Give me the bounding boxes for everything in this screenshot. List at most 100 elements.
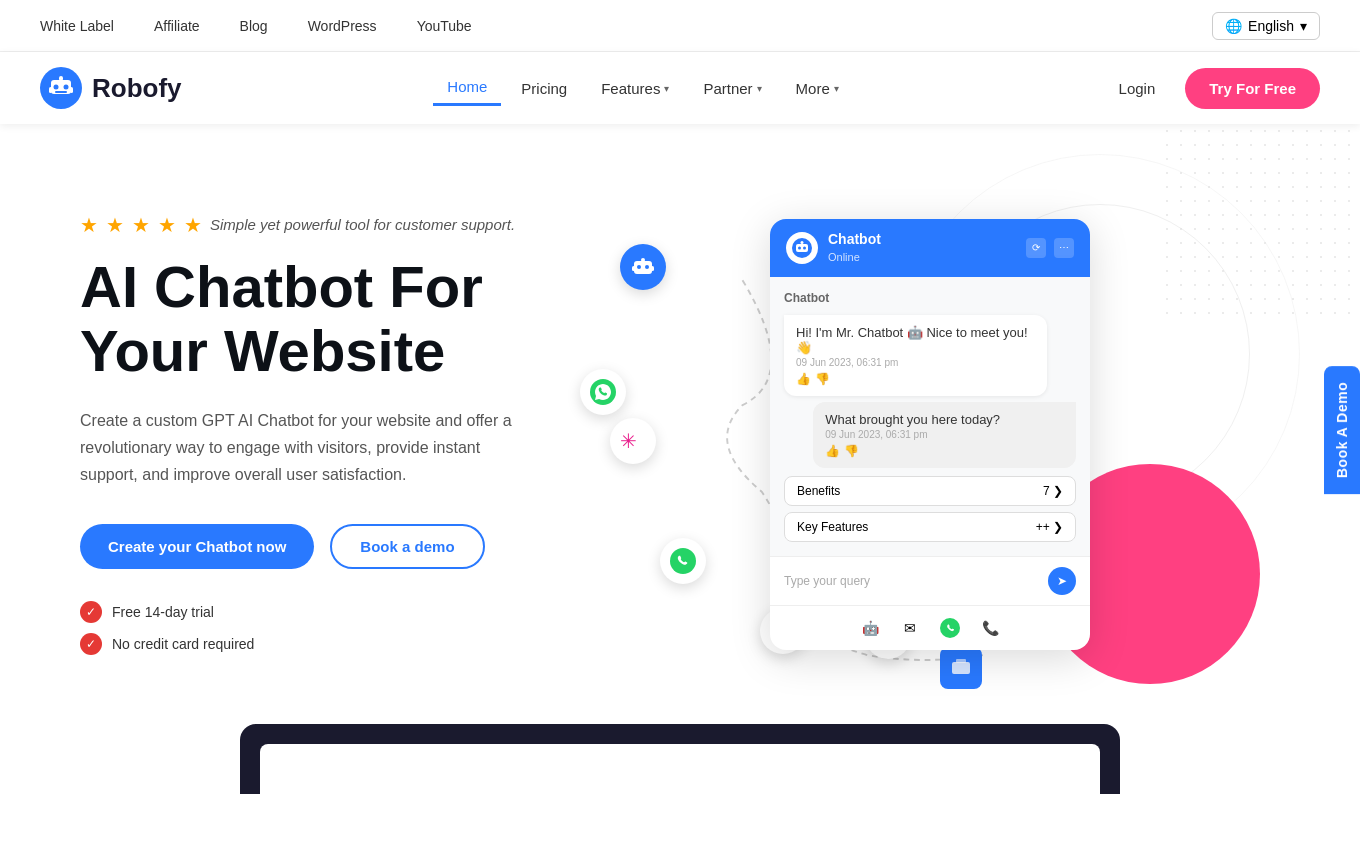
chatbot-header-icons: ⟳ ⋯ bbox=[1026, 238, 1074, 258]
quick-replies: Benefits 7 ❯ Key Features ++ ❯ bbox=[784, 476, 1076, 542]
chatbot-footer-icons: 🤖 ✉ 📞 bbox=[770, 605, 1090, 650]
svg-point-2 bbox=[54, 85, 59, 90]
nav-right: Login Try For Free bbox=[1105, 68, 1320, 109]
svg-rect-26 bbox=[801, 241, 804, 244]
top-link-affiliate[interactable]: Affiliate bbox=[154, 18, 200, 34]
trust-text-1: Free 14-day trial bbox=[112, 604, 214, 620]
svg-text:✳: ✳ bbox=[620, 430, 637, 452]
hero-right: ✳ bbox=[580, 184, 1280, 684]
chatbot-bot-label: Chatbot bbox=[784, 291, 1076, 305]
chatbot-send-button[interactable]: ➤ bbox=[1048, 567, 1076, 595]
features-chevron-icon: ▾ bbox=[664, 83, 669, 94]
quick-reply-features[interactable]: Key Features ++ ❯ bbox=[784, 512, 1076, 542]
svg-point-16 bbox=[670, 548, 696, 574]
trust-text-2: No credit card required bbox=[112, 636, 254, 652]
chatbot-avatar bbox=[786, 232, 818, 264]
svg-point-10 bbox=[645, 265, 649, 269]
more-chevron-icon: ▾ bbox=[834, 83, 839, 94]
book-demo-sidebar[interactable]: Book A Demo bbox=[1324, 365, 1360, 493]
chatbot-question-bubble: What brought you here today? 09 Jun 2023… bbox=[813, 402, 1076, 468]
svg-rect-13 bbox=[651, 266, 654, 271]
language-selector[interactable]: 🌐 English ▾ bbox=[1212, 12, 1320, 40]
stars-row: ★ ★ ★ ★ ★ Simple yet powerful tool for c… bbox=[80, 213, 580, 237]
top-link-youtube[interactable]: YouTube bbox=[417, 18, 472, 34]
checkmark-icon-1: ✓ bbox=[80, 601, 102, 623]
float-phone-icon bbox=[660, 538, 706, 584]
hero-description: Create a custom GPT AI Chatbot for your … bbox=[80, 407, 520, 489]
top-link-white-label[interactable]: White Label bbox=[40, 18, 114, 34]
svg-point-27 bbox=[940, 618, 960, 638]
chevron-down-icon: ▾ bbox=[1300, 18, 1307, 34]
hero-buttons: Create your Chatbot now Book a demo bbox=[80, 524, 580, 569]
logo-text: Robofy bbox=[92, 73, 182, 104]
laptop-preview bbox=[200, 724, 1160, 794]
svg-point-25 bbox=[803, 246, 806, 249]
laptop-frame bbox=[240, 724, 1120, 794]
svg-rect-11 bbox=[641, 258, 645, 262]
thumbsup-icon-2[interactable]: 👍 bbox=[825, 444, 840, 458]
top-bar-links: White Label Affiliate Blog WordPress You… bbox=[40, 18, 472, 34]
chatbot-welcome-bubble: Hi! I'm Mr. Chatbot 🤖 Nice to meet you! … bbox=[784, 315, 1047, 396]
stars-tagline: Simple yet powerful tool for customer su… bbox=[210, 216, 515, 233]
svg-rect-4 bbox=[59, 76, 63, 81]
trust-item-trial: ✓ Free 14-day trial bbox=[80, 601, 580, 623]
quick-reply-benefits[interactable]: Benefits 7 ❯ bbox=[784, 476, 1076, 506]
svg-point-9 bbox=[637, 265, 641, 269]
nav-links: Home Pricing Features ▾ Partner ▾ More ▾ bbox=[433, 70, 852, 106]
svg-rect-23 bbox=[796, 244, 808, 252]
float-blue-rect bbox=[940, 647, 982, 689]
trust-items: ✓ Free 14-day trial ✓ No credit card req… bbox=[80, 601, 580, 655]
chatbot-body: Chatbot Hi! I'm Mr. Chatbot 🤖 Nice to me… bbox=[770, 277, 1090, 556]
footer-robot-icon[interactable]: 🤖 bbox=[856, 614, 884, 642]
language-label: English bbox=[1248, 18, 1294, 34]
float-asterisk-icon: ✳ bbox=[610, 418, 656, 464]
thumbsdown-icon[interactable]: 👎 bbox=[815, 372, 830, 386]
star-3: ★ bbox=[132, 213, 150, 237]
thumbsdown-icon-2[interactable]: 👎 bbox=[844, 444, 859, 458]
svg-rect-21 bbox=[956, 659, 966, 663]
chatbot-input-area: Type your query ➤ bbox=[770, 556, 1090, 605]
try-free-button[interactable]: Try For Free bbox=[1185, 68, 1320, 109]
thumbsup-icon[interactable]: 👍 bbox=[796, 372, 811, 386]
create-chatbot-button[interactable]: Create your Chatbot now bbox=[80, 524, 314, 569]
hero-title: AI Chatbot For Your Website bbox=[80, 255, 580, 383]
svg-rect-6 bbox=[70, 87, 73, 93]
book-demo-button[interactable]: Book a demo bbox=[330, 524, 484, 569]
chatbot-title-area: Chatbot Online bbox=[828, 231, 881, 265]
chatbot-menu-icon[interactable]: ⋯ bbox=[1054, 238, 1074, 258]
nav-features[interactable]: Features ▾ bbox=[587, 72, 683, 105]
logo[interactable]: Robofy bbox=[40, 67, 182, 109]
top-link-wordpress[interactable]: WordPress bbox=[308, 18, 377, 34]
chat-reactions: 👍 👎 bbox=[796, 372, 1035, 386]
partner-chevron-icon: ▾ bbox=[757, 83, 762, 94]
language-flag-icon: 🌐 bbox=[1225, 18, 1242, 34]
top-link-blog[interactable]: Blog bbox=[240, 18, 268, 34]
star-2: ★ bbox=[106, 213, 124, 237]
svg-rect-8 bbox=[634, 261, 652, 274]
float-whatsapp-icon bbox=[580, 369, 626, 415]
footer-email-icon[interactable]: ✉ bbox=[896, 614, 924, 642]
nav-home[interactable]: Home bbox=[433, 70, 501, 106]
footer-phone-icon[interactable]: 📞 bbox=[976, 614, 1004, 642]
star-4: ★ bbox=[158, 213, 176, 237]
svg-point-24 bbox=[798, 246, 801, 249]
login-link[interactable]: Login bbox=[1105, 72, 1170, 105]
chatbot-input-placeholder: Type your query bbox=[784, 574, 870, 588]
hero-section: ★ ★ ★ ★ ★ Simple yet powerful tool for c… bbox=[0, 124, 1360, 724]
svg-rect-7 bbox=[55, 91, 67, 93]
checkmark-icon-2: ✓ bbox=[80, 633, 102, 655]
chatbot-header: Chatbot Online ⟳ ⋯ bbox=[770, 219, 1090, 277]
chatbot-window: Chatbot Online ⟳ ⋯ Chatbot Hi! I'm Mr. C… bbox=[770, 219, 1090, 650]
float-robot-icon bbox=[620, 244, 666, 290]
chatbot-refresh-icon[interactable]: ⟳ bbox=[1026, 238, 1046, 258]
nav-more[interactable]: More ▾ bbox=[782, 72, 853, 105]
star-1: ★ bbox=[80, 213, 98, 237]
chat-reactions-2: 👍 👎 bbox=[825, 444, 1064, 458]
top-bar: White Label Affiliate Blog WordPress You… bbox=[0, 0, 1360, 52]
svg-point-3 bbox=[64, 85, 69, 90]
footer-whatsapp-icon[interactable] bbox=[936, 614, 964, 642]
nav-pricing[interactable]: Pricing bbox=[507, 72, 581, 105]
hero-left: ★ ★ ★ ★ ★ Simple yet powerful tool for c… bbox=[80, 213, 580, 655]
nav-partner[interactable]: Partner ▾ bbox=[689, 72, 775, 105]
laptop-screen bbox=[260, 744, 1100, 794]
